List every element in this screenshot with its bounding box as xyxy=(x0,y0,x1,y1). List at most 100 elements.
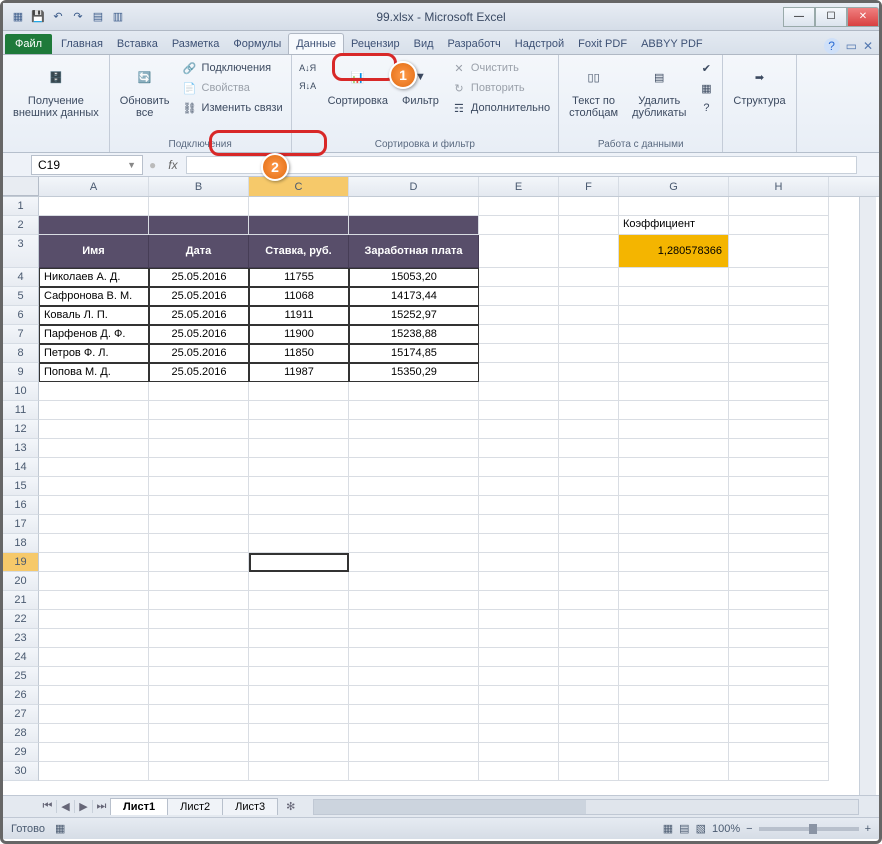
row-24[interactable]: 24 xyxy=(3,648,39,667)
cells-area[interactable]: КоэффициентИмяДатаСтавка, руб.Заработная… xyxy=(39,197,861,795)
row-13[interactable]: 13 xyxy=(3,439,39,458)
cell[interactable] xyxy=(619,762,729,781)
cell[interactable] xyxy=(349,686,479,705)
cell[interactable] xyxy=(479,344,559,363)
active-cell-C19[interactable] xyxy=(249,553,349,572)
cell[interactable] xyxy=(149,572,249,591)
col-G[interactable]: G xyxy=(619,177,729,196)
cell[interactable] xyxy=(729,477,829,496)
cell[interactable] xyxy=(619,401,729,420)
connections-button[interactable]: 🔗Подключения xyxy=(180,59,285,77)
cell[interactable] xyxy=(149,197,249,216)
data-date-5[interactable]: 25.05.2016 xyxy=(149,363,249,382)
cell[interactable] xyxy=(619,553,729,572)
cell[interactable] xyxy=(729,420,829,439)
cell[interactable] xyxy=(249,724,349,743)
next-sheet-icon[interactable]: ▶ xyxy=(75,800,93,813)
cell[interactable] xyxy=(349,439,479,458)
cell[interactable] xyxy=(559,458,619,477)
cell[interactable] xyxy=(619,515,729,534)
cell[interactable] xyxy=(39,420,149,439)
cell[interactable] xyxy=(39,477,149,496)
cell[interactable] xyxy=(479,553,559,572)
data-pay-3[interactable]: 15238,88 xyxy=(349,325,479,344)
cell[interactable] xyxy=(349,382,479,401)
cell[interactable] xyxy=(729,306,829,325)
cell[interactable] xyxy=(559,724,619,743)
cell[interactable] xyxy=(249,458,349,477)
cell[interactable] xyxy=(559,325,619,344)
cell[interactable] xyxy=(729,553,829,572)
fx-icon[interactable]: fx xyxy=(160,158,185,172)
cell[interactable] xyxy=(479,235,559,268)
cell[interactable] xyxy=(149,667,249,686)
qat-icon[interactable]: ▤ xyxy=(89,8,107,26)
qat-icon2[interactable]: ▥ xyxy=(109,8,127,26)
zoom-out-icon[interactable]: − xyxy=(746,823,752,835)
cell[interactable] xyxy=(619,629,729,648)
cell[interactable] xyxy=(559,686,619,705)
cell[interactable] xyxy=(39,197,149,216)
cell[interactable] xyxy=(619,496,729,515)
row-7[interactable]: 7 xyxy=(3,325,39,344)
cell[interactable] xyxy=(479,458,559,477)
row-4[interactable]: 4 xyxy=(3,268,39,287)
col-F[interactable]: F xyxy=(559,177,619,196)
cell[interactable] xyxy=(729,363,829,382)
cell[interactable] xyxy=(39,686,149,705)
cell[interactable] xyxy=(479,197,559,216)
cell[interactable] xyxy=(729,382,829,401)
cell[interactable] xyxy=(619,534,729,553)
col-header-1[interactable]: Дата xyxy=(149,235,249,268)
cell[interactable] xyxy=(559,762,619,781)
cell[interactable] xyxy=(619,287,729,306)
cell[interactable] xyxy=(559,235,619,268)
cell[interactable] xyxy=(349,743,479,762)
cell[interactable] xyxy=(559,477,619,496)
cell[interactable] xyxy=(349,458,479,477)
tab-foxit[interactable]: Foxit PDF xyxy=(571,34,634,54)
cell[interactable] xyxy=(619,344,729,363)
cell[interactable] xyxy=(149,382,249,401)
cell[interactable] xyxy=(559,382,619,401)
col-C[interactable]: C xyxy=(249,177,349,196)
new-sheet-icon[interactable]: ✻ xyxy=(278,800,303,813)
cell[interactable] xyxy=(559,344,619,363)
advanced-filter-button[interactable]: ☶Дополнительно xyxy=(449,99,552,117)
cell[interactable] xyxy=(249,610,349,629)
cell[interactable] xyxy=(149,553,249,572)
view-normal-icon[interactable]: ▦ xyxy=(663,822,673,835)
cell[interactable] xyxy=(249,534,349,553)
cell[interactable] xyxy=(479,705,559,724)
tab-home[interactable]: Главная xyxy=(54,34,110,54)
cell[interactable] xyxy=(479,534,559,553)
cell[interactable] xyxy=(479,724,559,743)
cell[interactable] xyxy=(39,553,149,572)
cell[interactable] xyxy=(559,496,619,515)
cell[interactable] xyxy=(479,743,559,762)
cell[interactable] xyxy=(729,534,829,553)
data-pay-0[interactable]: 15053,20 xyxy=(349,268,479,287)
table-header-bg[interactable] xyxy=(249,216,349,235)
cell[interactable] xyxy=(39,401,149,420)
tab-addins[interactable]: Надстрой xyxy=(508,34,571,54)
cell[interactable] xyxy=(349,477,479,496)
cell[interactable] xyxy=(729,496,829,515)
cell[interactable] xyxy=(559,629,619,648)
cell[interactable] xyxy=(559,591,619,610)
row-21[interactable]: 21 xyxy=(3,591,39,610)
cell[interactable] xyxy=(39,496,149,515)
data-pay-5[interactable]: 15350,29 xyxy=(349,363,479,382)
whatif-button[interactable]: ? xyxy=(696,99,716,117)
row-12[interactable]: 12 xyxy=(3,420,39,439)
cell[interactable] xyxy=(479,610,559,629)
cell[interactable] xyxy=(349,515,479,534)
row-2[interactable]: 2 xyxy=(3,216,39,235)
cell[interactable] xyxy=(559,439,619,458)
horizontal-scrollbar[interactable] xyxy=(313,799,859,815)
vertical-scrollbar[interactable] xyxy=(859,197,876,795)
data-rate-5[interactable]: 11987 xyxy=(249,363,349,382)
cell[interactable] xyxy=(149,705,249,724)
cell[interactable] xyxy=(39,762,149,781)
cell[interactable] xyxy=(479,363,559,382)
